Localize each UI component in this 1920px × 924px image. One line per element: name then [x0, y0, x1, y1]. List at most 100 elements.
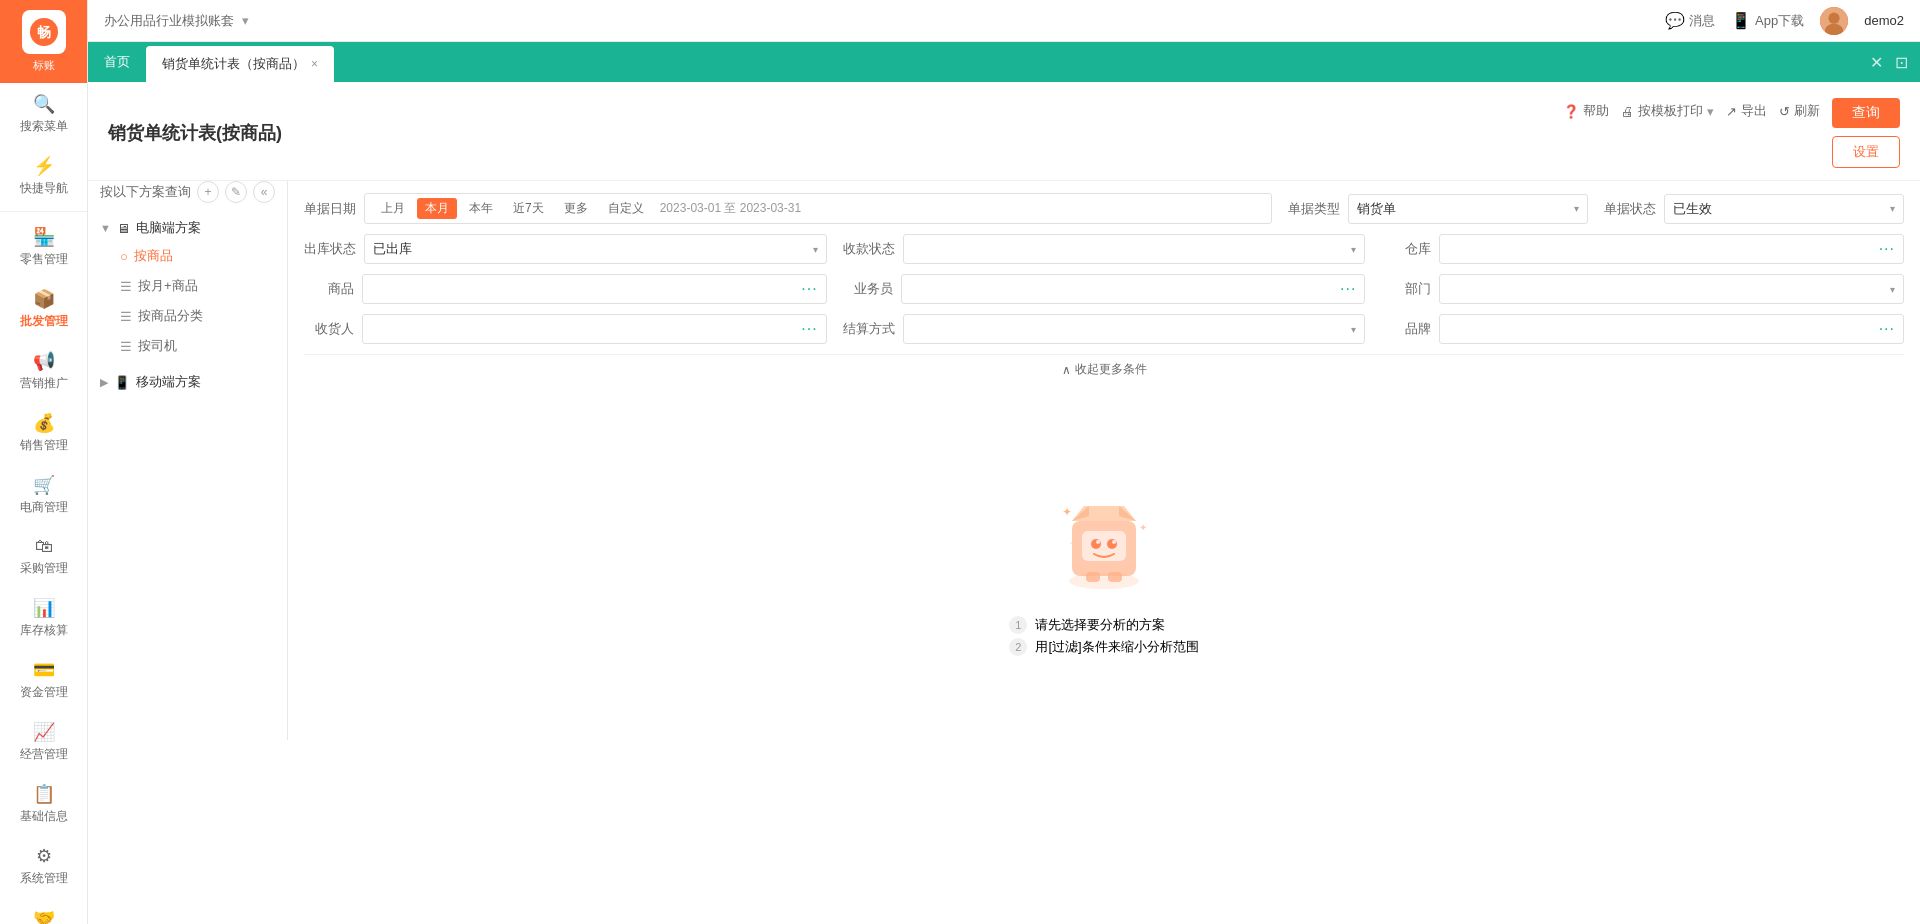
dropdown-arrow-icon[interactable]: ▾ [242, 13, 249, 28]
by-month-product-label: 按月+商品 [138, 277, 198, 295]
sidebar-item-base[interactable]: 📋 基础信息 [0, 773, 87, 835]
add-scheme-button[interactable]: + [197, 181, 219, 203]
restore-tab-btn[interactable]: ⊡ [1891, 49, 1912, 76]
svg-point-9 [1107, 539, 1117, 549]
doc-status-select[interactable]: 已生效 ▾ [1664, 194, 1904, 224]
doc-status-filter-field: 单据状态 已生效 ▾ [1604, 194, 1904, 224]
doc-status-value: 已生效 [1673, 200, 1886, 218]
inventory-icon: 📊 [33, 597, 55, 619]
sidebar-item-sales[interactable]: 💰 销售管理 [0, 402, 87, 464]
sidebar-item-label: 批发管理 [20, 313, 68, 330]
edit-scheme-button[interactable]: ✎ [225, 181, 247, 203]
settings-button[interactable]: 设置 [1832, 136, 1900, 168]
doc-type-select[interactable]: 销货单 ▾ [1348, 194, 1588, 224]
sidebar-item-search[interactable]: 🔍 搜索菜单 [0, 83, 87, 145]
mobile-group-header[interactable]: ▶ 📱 移动端方案 [88, 369, 287, 395]
print-button[interactable]: 🖨 按模板打印 ▾ [1621, 102, 1714, 120]
sidebar-item-ecommerce[interactable]: 🛒 电商管理 [0, 464, 87, 526]
tab-home[interactable]: 首页 [88, 42, 146, 82]
salesperson-select[interactable]: ··· [901, 274, 1366, 304]
desktop-group-header[interactable]: ▼ 🖥 电脑端方案 [88, 215, 287, 241]
scheme-item-by-month-product[interactable]: ☰ 按月+商品 [88, 271, 287, 301]
tab-bar: 首页 销货单统计表（按商品） × ✕ ⊡ [88, 42, 1920, 82]
sidebar-item-retail[interactable]: 🏪 零售管理 [0, 216, 87, 278]
date-tag-last-month[interactable]: 上月 [373, 198, 413, 219]
date-tag-this-year[interactable]: 本年 [461, 198, 501, 219]
scheme-item-by-cashier[interactable]: ☰ 按司机 [88, 331, 287, 361]
sidebar-item-label: 基础信息 [20, 808, 68, 825]
user-name[interactable]: demo2 [1864, 13, 1904, 28]
receiver-filter-field: 收货人 ··· [304, 314, 827, 344]
sidebar-item-marketing[interactable]: 📢 营销推广 [0, 340, 87, 402]
receiver-select[interactable]: ··· [362, 314, 827, 344]
empty-hints: 1 请先选择要分析的方案 2 用[过滤]条件来缩小分析范围 [1009, 616, 1198, 660]
svg-point-10 [1096, 540, 1100, 544]
product-select[interactable]: ··· [362, 274, 827, 304]
logo-area[interactable]: 畅 标账 [0, 0, 87, 83]
sidebar-item-label: 快捷导航 [20, 180, 68, 197]
out-status-select[interactable]: 已出库 ▾ [364, 234, 827, 264]
sidebar-item-enterprise[interactable]: 🤝 企业协同 [0, 897, 87, 924]
help-icon: ❓ [1563, 104, 1579, 119]
scheme-title: 按以下方案查询 [100, 183, 191, 201]
export-button[interactable]: ↗ 导出 [1726, 102, 1767, 120]
collapse-row[interactable]: ∧ 收起更多条件 [304, 354, 1904, 384]
close-tab-btn[interactable]: ✕ [1866, 49, 1887, 76]
date-value: 上月 本月 本年 近7天 更多 自定义 2023-03-01 至 2023-03… [364, 193, 1272, 224]
sidebar-item-operations[interactable]: 📈 经营管理 [0, 711, 87, 773]
desktop-group-items: ○ 按商品 ☰ 按月+商品 ☰ 按商品分类 ☰ [88, 241, 287, 361]
warehouse-dots-icon: ··· [1879, 240, 1895, 258]
by-cashier-icon: ☰ [120, 339, 132, 354]
message-icon: 💬 [1665, 11, 1685, 30]
help-label: 帮助 [1583, 102, 1609, 120]
sidebar-item-finance[interactable]: 💳 资金管理 [0, 649, 87, 711]
enterprise-icon: 🤝 [33, 907, 55, 924]
date-range-value: 2023-03-01 至 2023-03-31 [660, 200, 801, 217]
svg-text:✦: ✦ [1062, 505, 1072, 519]
phone-icon: 📱 [1731, 11, 1751, 30]
help-button[interactable]: ❓ 帮助 [1563, 102, 1609, 120]
date-tag-more[interactable]: 更多 [556, 198, 596, 219]
quick-nav-icon: ⚡ [33, 155, 55, 177]
warehouse-select[interactable]: ··· [1439, 234, 1904, 264]
sidebar-item-inventory[interactable]: 📊 库存核算 [0, 587, 87, 649]
sidebar-item-label: 电商管理 [20, 499, 68, 516]
collect-status-select[interactable]: ▾ [903, 234, 1366, 264]
brand-select[interactable]: ··· [1439, 314, 1904, 344]
dept-label: 部门 [1381, 280, 1431, 298]
hint-num-2: 2 [1009, 638, 1027, 656]
scheme-item-by-category[interactable]: ☰ 按商品分类 [88, 301, 287, 331]
receiver-label: 收货人 [304, 320, 354, 338]
svg-rect-13 [1108, 572, 1122, 582]
page-header: 销货单统计表(按商品) ❓ 帮助 🖨 按模板打印 ▾ ↗ 导出 [88, 82, 1920, 181]
date-tag-custom[interactable]: 自定义 [600, 198, 652, 219]
warehouse-label: 仓库 [1381, 240, 1431, 258]
user-avatar[interactable] [1820, 7, 1848, 35]
sidebar-item-purchase[interactable]: 🛍 采购管理 [0, 526, 87, 587]
messages-button[interactable]: 💬 消息 [1665, 11, 1715, 30]
empty-illustration: ✦ ✦ ✦ [1044, 476, 1164, 596]
tab-statistics-label: 销货单统计表（按商品） [162, 55, 305, 73]
dept-select[interactable]: ▾ [1439, 274, 1904, 304]
empty-state: ✦ ✦ ✦ 1 请先选择要分析的方案 2 用[过滤]条件来缩小分析范围 [288, 396, 1920, 740]
doc-status-arrow-icon: ▾ [1890, 203, 1895, 214]
svg-text:✦: ✦ [1069, 539, 1076, 548]
query-button[interactable]: 查询 [1832, 98, 1900, 128]
scheme-item-by-product[interactable]: ○ 按商品 [88, 241, 287, 271]
refresh-button[interactable]: ↺ 刷新 [1779, 102, 1820, 120]
settlement-select[interactable]: ▾ [903, 314, 1366, 344]
sidebar-item-system[interactable]: ⚙ 系统管理 [0, 835, 87, 897]
tab-close-icon[interactable]: × [311, 57, 318, 71]
collapse-label: 收起更多条件 [1075, 361, 1147, 378]
date-tag-7days[interactable]: 近7天 [505, 198, 552, 219]
app-download-button[interactable]: 📱 App下载 [1731, 11, 1804, 30]
messages-label: 消息 [1689, 12, 1715, 30]
sidebar-item-label: 经营管理 [20, 746, 68, 763]
tab-statistics[interactable]: 销货单统计表（按商品） × [146, 46, 334, 82]
filter-row-4: 收货人 ··· 结算方式 ▾ [304, 314, 1904, 344]
date-tag-this-month[interactable]: 本月 [417, 198, 457, 219]
collapse-btn[interactable]: ∧ 收起更多条件 [1062, 361, 1147, 378]
collapse-scheme-button[interactable]: « [253, 181, 275, 203]
sidebar-item-quick-nav[interactable]: ⚡ 快捷导航 [0, 145, 87, 207]
sidebar-item-wholesale[interactable]: 📦 批发管理 [0, 278, 87, 340]
